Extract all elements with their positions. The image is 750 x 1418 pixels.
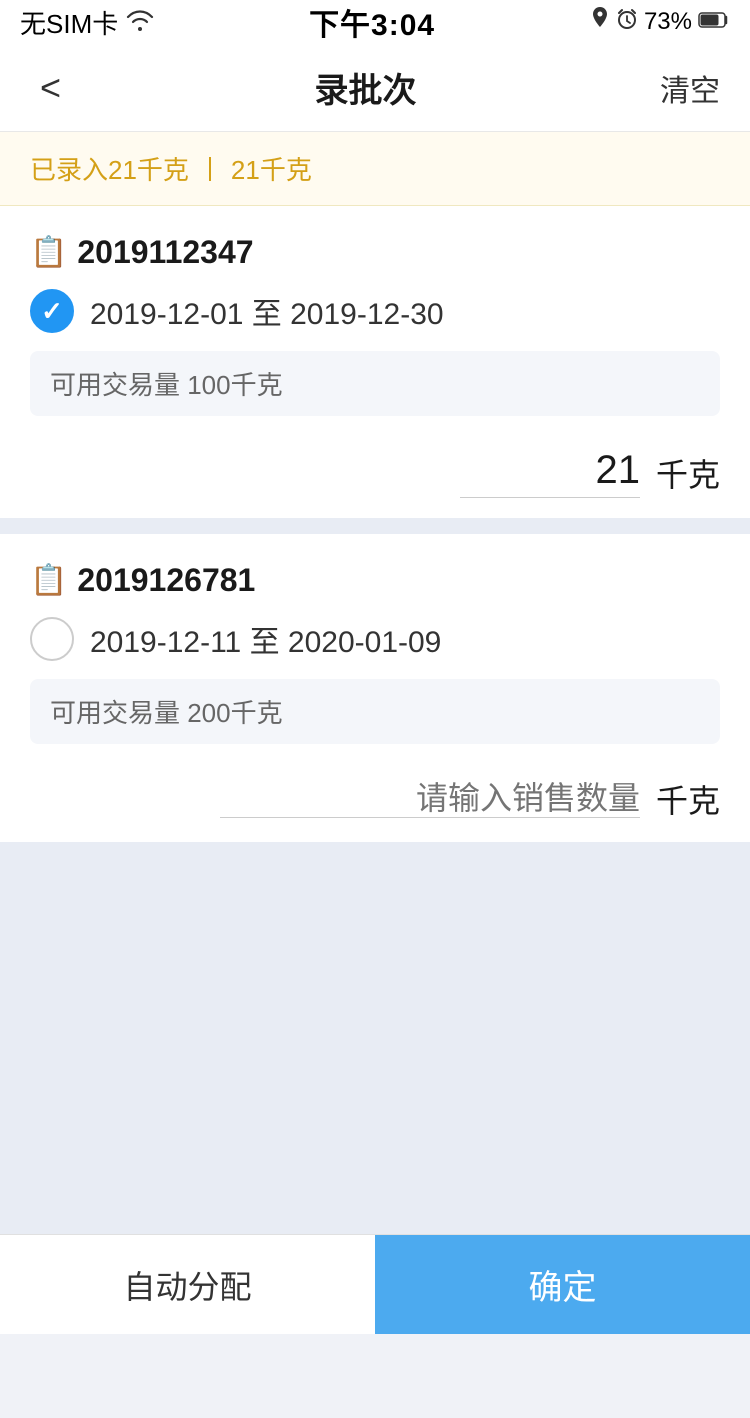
item-2-date: 2019-12-11 至 2020-01-09: [90, 617, 441, 661]
batch-item-2: 📋 2019126781 2019-12-11 至 2020-01-09 可用交…: [0, 534, 750, 842]
item-1-radio[interactable]: [30, 289, 74, 333]
status-right: 73%: [590, 7, 730, 38]
battery-text: 73%: [644, 8, 692, 36]
section-divider-1: [0, 518, 750, 534]
time-display: 下午3:04: [309, 0, 435, 44]
item-2-available: 可用交易量 200千克: [30, 679, 720, 744]
doc-icon-1: 📋: [30, 235, 67, 270]
nav-bar: < 录批次 清空: [0, 44, 750, 132]
item-1-date-row: 2019-12-01 至 2019-12-30: [0, 281, 750, 343]
item-2-header: 📋 2019126781: [0, 534, 750, 609]
location-icon: [590, 7, 610, 38]
item-2-input-row: 千克: [0, 760, 750, 842]
item-1-qty-value: 21: [595, 448, 640, 492]
back-button[interactable]: <: [30, 57, 71, 119]
batch-item-1: 📋 2019112347 2019-12-01 至 2019-12-30 可用交…: [0, 206, 750, 518]
item-2-date-row: 2019-12-11 至 2020-01-09: [0, 609, 750, 671]
wifi-icon: [126, 7, 154, 38]
item-2-input-container[interactable]: [220, 780, 640, 818]
item-2-radio[interactable]: [30, 617, 74, 661]
clear-button[interactable]: 清空: [660, 66, 720, 110]
amount-info: 21千克: [231, 150, 312, 187]
status-left: 无SIM卡: [20, 4, 154, 41]
info-banner: 已录入21千克 21千克: [0, 132, 750, 206]
carrier-text: 无SIM卡: [20, 4, 118, 41]
item-2-qty-input[interactable]: [220, 780, 640, 817]
battery-icon: [698, 8, 730, 36]
bottom-bar: 自动分配 确定: [0, 1234, 750, 1334]
recorded-info: 已录入21千克: [30, 150, 189, 187]
item-1-qty-row: 21 千克: [0, 432, 750, 518]
item-1-header: 📋 2019112347: [0, 206, 750, 281]
section-divider-2: [0, 842, 750, 858]
item-1-date: 2019-12-01 至 2019-12-30: [90, 289, 444, 333]
item-1-available: 可用交易量 100千克: [30, 351, 720, 416]
item-1-id: 2019112347: [77, 234, 253, 271]
item-1-unit: 千克: [656, 450, 720, 496]
page-title: 录批次: [315, 63, 417, 112]
status-bar: 无SIM卡 下午3:04 73%: [0, 0, 750, 44]
auto-distribute-button[interactable]: 自动分配: [0, 1235, 375, 1334]
item-1-qty-container: 21: [460, 448, 640, 498]
info-divider: [209, 157, 211, 181]
item-2-id: 2019126781: [77, 562, 255, 599]
doc-icon-2: 📋: [30, 563, 67, 598]
alarm-icon: [616, 8, 638, 37]
item-2-unit: 千克: [656, 776, 720, 822]
confirm-button[interactable]: 确定: [375, 1235, 750, 1334]
